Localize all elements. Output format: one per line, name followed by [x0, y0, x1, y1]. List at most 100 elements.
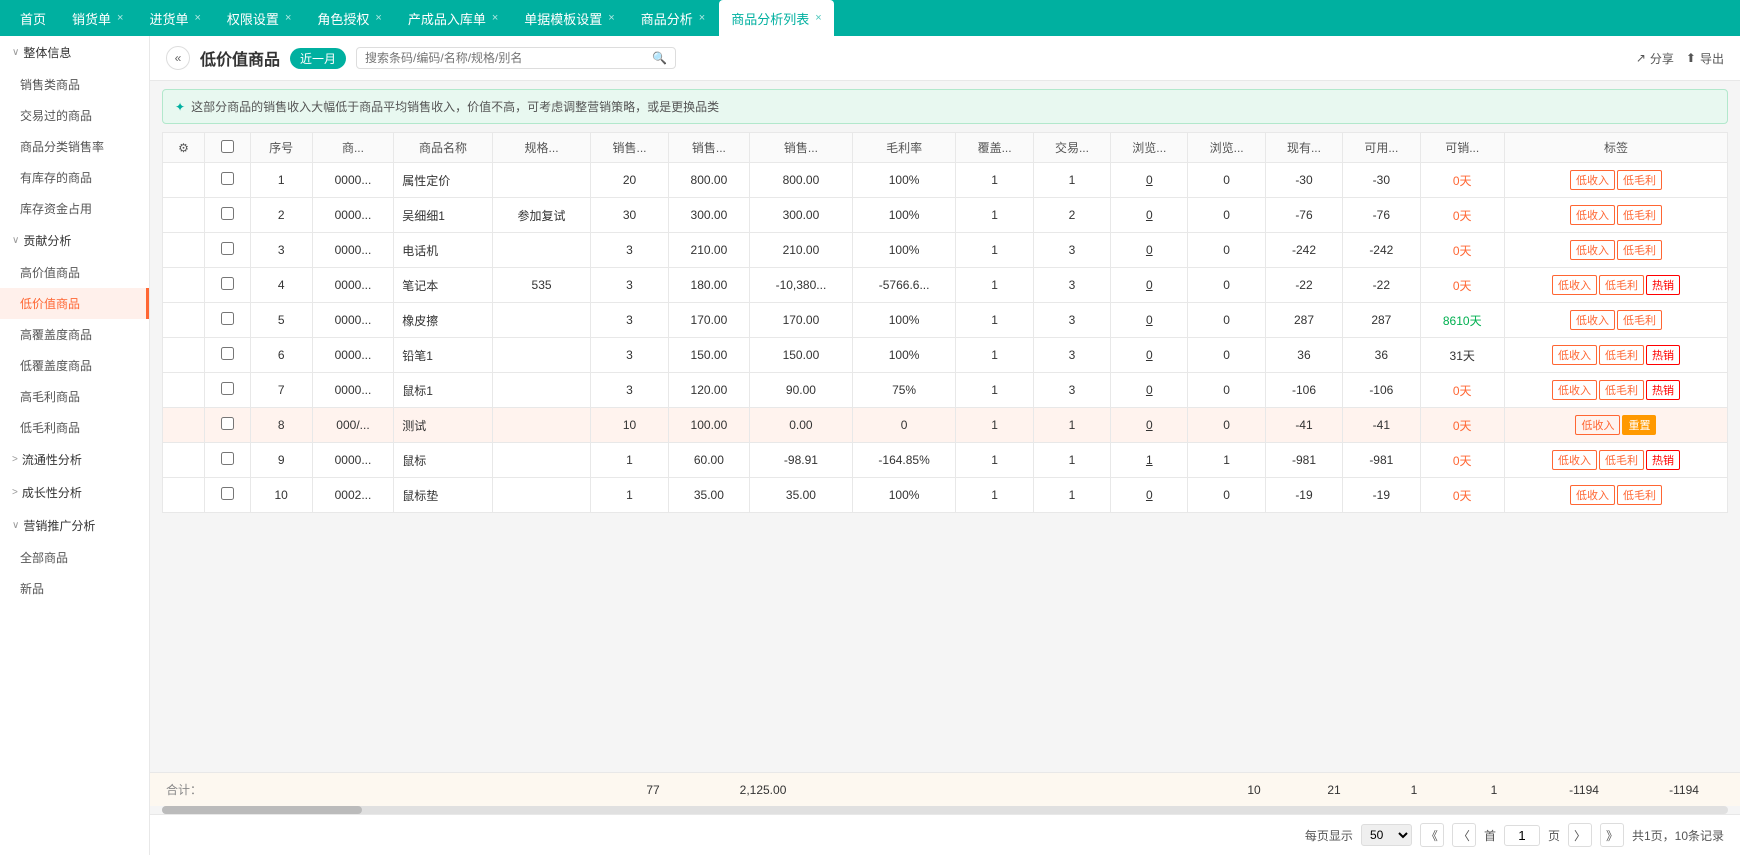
row-checkbox[interactable] — [221, 347, 234, 360]
browse-link[interactable]: 0 — [1146, 348, 1153, 362]
cell-browse1[interactable]: 0 — [1111, 478, 1188, 513]
browse-link[interactable]: 0 — [1146, 418, 1153, 432]
col-tags[interactable]: 标签 — [1504, 133, 1727, 163]
cell-checkbox[interactable] — [205, 338, 250, 373]
close-permission-icon[interactable]: × — [285, 12, 291, 24]
sidebar-collapse-button[interactable]: « — [166, 46, 190, 70]
select-all-checkbox[interactable] — [221, 140, 234, 153]
close-analysis-list-icon[interactable]: × — [815, 12, 821, 24]
last-page-button[interactable]: 》 — [1600, 823, 1624, 847]
sidebar-section-overall[interactable]: ∨ 整体信息 — [0, 36, 149, 69]
sidebar-item-high-margin[interactable]: 高毛利商品 — [0, 381, 149, 412]
sidebar-section-contribution[interactable]: ∨ 贡献分析 — [0, 224, 149, 257]
row-checkbox[interactable] — [221, 242, 234, 255]
col-spec[interactable]: 规格... — [492, 133, 591, 163]
browse-link[interactable]: 1 — [1146, 453, 1153, 467]
nav-analysis[interactable]: 商品分析 × — [629, 0, 717, 36]
sidebar-item-low-coverage[interactable]: 低覆盖度商品 — [0, 350, 149, 381]
cell-browse1[interactable]: 0 — [1111, 303, 1188, 338]
nav-purchase[interactable]: 进货单 × — [137, 0, 212, 36]
col-stock[interactable]: 现有... — [1265, 133, 1342, 163]
cell-checkbox[interactable] — [205, 163, 250, 198]
col-cover[interactable]: 覆盖... — [956, 133, 1033, 163]
col-amount[interactable]: 销售... — [668, 133, 749, 163]
sidebar-item-sales-goods[interactable]: 销售类商品 — [0, 69, 149, 100]
filter-tag-month[interactable]: 近一月 — [290, 48, 346, 69]
sidebar-item-in-stock[interactable]: 有库存的商品 — [0, 162, 149, 193]
nav-home[interactable]: 首页 — [8, 0, 58, 36]
sidebar-item-category-rate[interactable]: 商品分类销售率 — [0, 131, 149, 162]
browse-link[interactable]: 0 — [1146, 488, 1153, 502]
row-checkbox[interactable] — [221, 417, 234, 430]
col-qty[interactable]: 销售... — [591, 133, 668, 163]
close-sales-icon[interactable]: × — [117, 12, 123, 24]
sidebar-item-traded-goods[interactable]: 交易过的商品 — [0, 100, 149, 131]
search-icon[interactable]: 🔍 — [652, 51, 667, 65]
cell-browse1[interactable]: 0 — [1111, 198, 1188, 233]
cell-checkbox[interactable] — [205, 408, 250, 443]
export-button[interactable]: ⬆ 导出 — [1686, 50, 1724, 67]
sidebar-item-all-goods[interactable]: 全部商品 — [0, 542, 149, 573]
col-trade[interactable]: 交易... — [1033, 133, 1110, 163]
row-checkbox[interactable] — [221, 382, 234, 395]
row-checkbox[interactable] — [221, 277, 234, 290]
cell-browse1[interactable]: 0 — [1111, 373, 1188, 408]
sidebar-item-low-value[interactable]: 低价值商品 — [0, 288, 149, 319]
page-input[interactable] — [1504, 825, 1540, 846]
nav-permission[interactable]: 权限设置 × — [215, 0, 303, 36]
nav-template[interactable]: 单据模板设置 × — [512, 0, 626, 36]
nav-product-in[interactable]: 产成品入库单 × — [396, 0, 510, 36]
cell-checkbox[interactable] — [205, 198, 250, 233]
cell-checkbox[interactable] — [205, 478, 250, 513]
close-role-icon[interactable]: × — [375, 12, 381, 24]
row-checkbox[interactable] — [221, 452, 234, 465]
sidebar-item-new-goods[interactable]: 新品 — [0, 573, 149, 604]
browse-link[interactable]: 0 — [1146, 313, 1153, 327]
sidebar-item-high-coverage[interactable]: 高覆盖度商品 — [0, 319, 149, 350]
prev-page-button[interactable]: 〈 — [1452, 823, 1476, 847]
first-page-button[interactable]: 《 — [1420, 823, 1444, 847]
browse-link[interactable]: 0 — [1146, 383, 1153, 397]
per-page-select[interactable]: 50 100 200 — [1361, 824, 1412, 846]
close-template-icon[interactable]: × — [608, 12, 614, 24]
browse-link[interactable]: 0 — [1146, 243, 1153, 257]
cell-browse1[interactable]: 0 — [1111, 233, 1188, 268]
col-checkbox[interactable] — [205, 133, 250, 163]
col-name[interactable]: 商品名称 — [394, 133, 493, 163]
sidebar-item-high-value[interactable]: 高价值商品 — [0, 257, 149, 288]
row-checkbox[interactable] — [221, 207, 234, 220]
close-product-in-icon[interactable]: × — [492, 12, 498, 24]
col-settings[interactable]: ⚙ — [163, 133, 205, 163]
cell-checkbox[interactable] — [205, 233, 250, 268]
row-checkbox[interactable] — [221, 172, 234, 185]
cell-browse1[interactable]: 0 — [1111, 338, 1188, 373]
close-purchase-icon[interactable]: × — [194, 12, 200, 24]
col-days[interactable]: 可销... — [1420, 133, 1504, 163]
nav-analysis-list[interactable]: 商品分析列表 × — [719, 0, 833, 36]
browse-link[interactable]: 0 — [1146, 173, 1153, 187]
col-gross[interactable]: 毛利率 — [852, 133, 956, 163]
sidebar-item-capital[interactable]: 库存资金占用 — [0, 193, 149, 224]
cell-checkbox[interactable] — [205, 268, 250, 303]
row-checkbox[interactable] — [221, 487, 234, 500]
col-code[interactable]: 商... — [312, 133, 393, 163]
browse-link[interactable]: 0 — [1146, 208, 1153, 222]
nav-sales[interactable]: 销货单 × — [60, 0, 135, 36]
cell-checkbox[interactable] — [205, 443, 250, 478]
search-input[interactable] — [365, 51, 648, 65]
cell-browse1[interactable]: 1 — [1111, 443, 1188, 478]
cell-browse1[interactable]: 0 — [1111, 408, 1188, 443]
next-page-button[interactable]: 〉 — [1568, 823, 1592, 847]
cell-checkbox[interactable] — [205, 373, 250, 408]
cell-browse1[interactable]: 0 — [1111, 268, 1188, 303]
col-browse2[interactable]: 浏览... — [1188, 133, 1265, 163]
sidebar-section-growth[interactable]: > 成长性分析 — [0, 476, 149, 509]
sidebar-section-marketing[interactable]: ∨ 营销推广分析 — [0, 509, 149, 542]
share-button[interactable]: ↗ 分享 — [1636, 50, 1674, 67]
close-analysis-icon[interactable]: × — [699, 12, 705, 24]
nav-role[interactable]: 角色授权 × — [305, 0, 393, 36]
cell-browse1[interactable]: 0 — [1111, 163, 1188, 198]
sidebar-item-low-margin[interactable]: 低毛利商品 — [0, 412, 149, 443]
row-checkbox[interactable] — [221, 312, 234, 325]
sidebar-section-liquidity[interactable]: > 流通性分析 — [0, 443, 149, 476]
